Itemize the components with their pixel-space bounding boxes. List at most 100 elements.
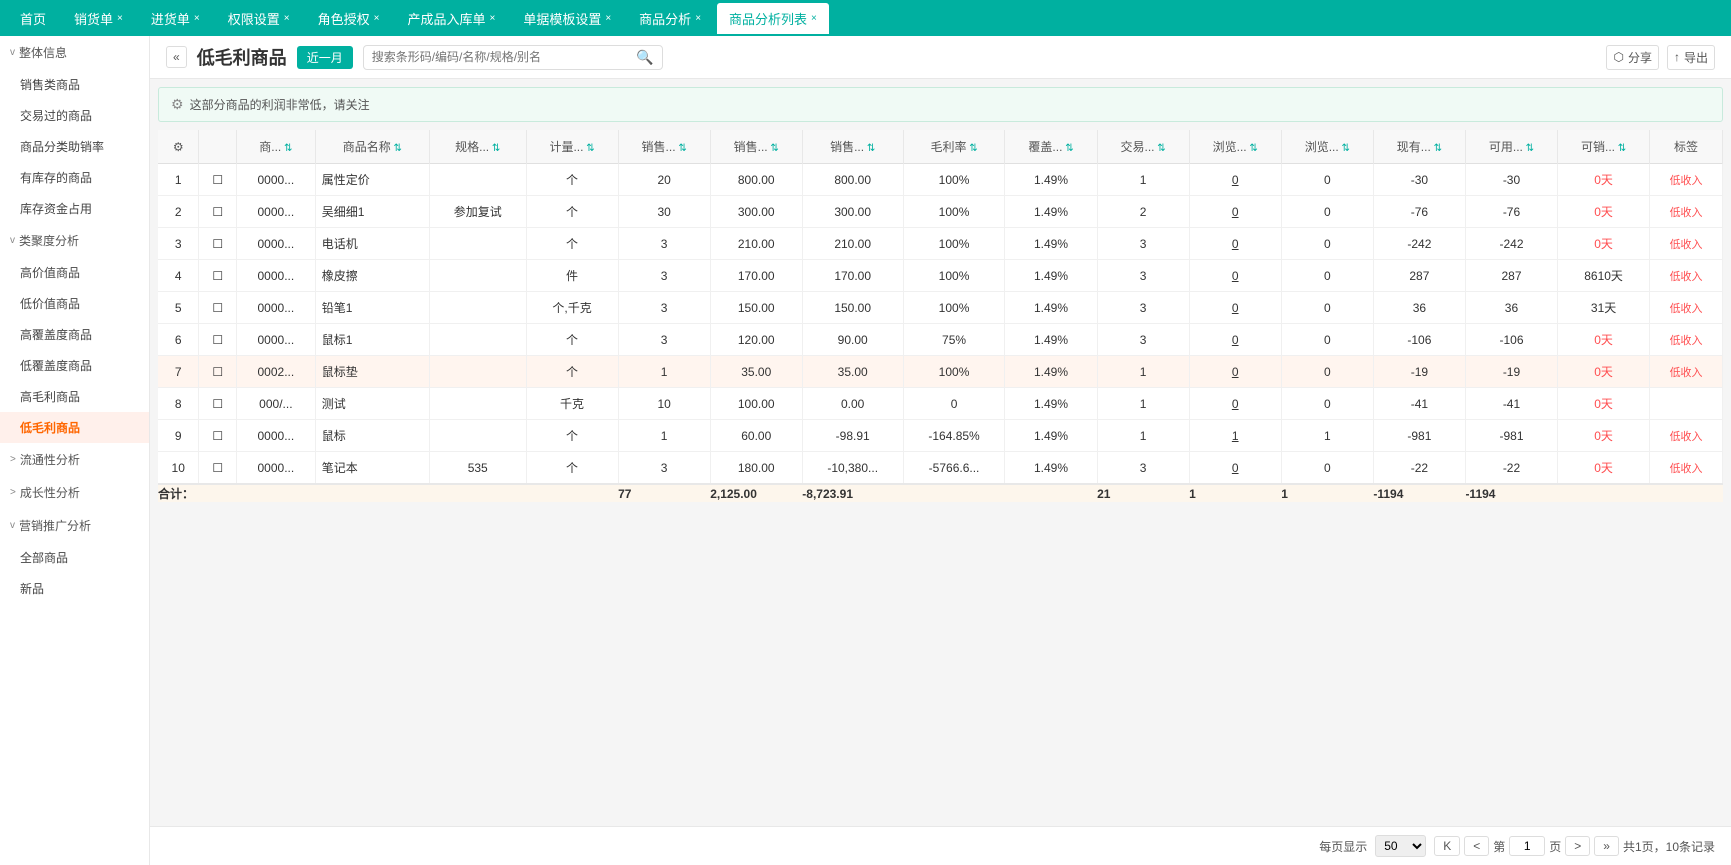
col-header-name[interactable]: 商品名称 ⇅ <box>315 130 429 164</box>
tag: 低收入 <box>1650 292 1723 324</box>
export-button[interactable]: ↑ 导出 <box>1667 45 1715 70</box>
page-input[interactable] <box>1509 836 1545 856</box>
col-header-tag: 标签 <box>1650 130 1723 164</box>
col-header-code[interactable]: 商... ⇅ <box>237 130 316 164</box>
browse1-link[interactable]: 0 <box>1232 461 1239 475</box>
sidebar-item-全部商品[interactable]: 全部商品 <box>0 542 149 573</box>
per-page-select[interactable]: 2050100200 <box>1375 835 1426 857</box>
sidebar-group-成长性分析[interactable]: > 成长性分析 <box>0 476 149 509</box>
col-header-browse2[interactable]: 浏览... ⇅ <box>1281 130 1373 164</box>
col-header-trade_count[interactable]: 交易... ⇅ <box>1097 130 1189 164</box>
available: -30 <box>1465 164 1557 196</box>
row-checkbox[interactable]: ☐ <box>199 292 237 324</box>
share-button[interactable]: ⬡ 分享 <box>1606 45 1659 70</box>
sidebar-item-商品分类助销率[interactable]: 商品分类助销率 <box>0 131 149 162</box>
sidebar-group-类聚度分析[interactable]: v 类聚度分析 <box>0 224 149 257</box>
browse1-link[interactable]: 0 <box>1232 205 1239 219</box>
sidebar-item-低覆盖度商品[interactable]: 低覆盖度商品 <box>0 350 149 381</box>
sidebar-group-流通性分析[interactable]: > 流通性分析 <box>0 443 149 476</box>
nav-close-icon[interactable]: × <box>284 13 290 24</box>
browse1-link[interactable]: 0 <box>1232 397 1239 411</box>
sidebar-group-整体信息[interactable]: v 整体信息 <box>0 36 149 69</box>
next-page-button[interactable]: > <box>1565 836 1590 856</box>
search-icon[interactable]: 🔍 <box>636 49 653 66</box>
prev-page-button[interactable]: < <box>1464 836 1489 856</box>
nav-close-icon[interactable]: × <box>374 13 380 24</box>
nav-close-icon[interactable]: × <box>117 13 123 24</box>
saleable-days: 0天 <box>1558 324 1650 356</box>
browse1-link[interactable]: 0 <box>1232 269 1239 283</box>
search-input[interactable] <box>372 50 637 64</box>
row-checkbox[interactable]: ☐ <box>199 260 237 292</box>
col-header-available[interactable]: 可用... ⇅ <box>1465 130 1557 164</box>
sidebar-item-高价值商品[interactable]: 高价值商品 <box>0 257 149 288</box>
row-checkbox[interactable]: ☐ <box>199 420 237 452</box>
nav-item-单据模板设置[interactable]: 单据模板设置 × <box>511 3 623 34</box>
trade-count: 1 <box>1097 356 1189 388</box>
sidebar-item-高覆盖度商品[interactable]: 高覆盖度商品 <box>0 319 149 350</box>
sort-icon: ⇅ <box>1155 143 1166 154</box>
header-row: ⚙商... ⇅商品名称 ⇅规格... ⇅计量... ⇅销售... ⇅销售... … <box>158 130 1723 164</box>
browse1-link[interactable]: 0 <box>1232 301 1239 315</box>
last-page-button[interactable]: » <box>1594 836 1619 856</box>
nav-close-icon[interactable]: × <box>811 13 817 24</box>
gross-margin: 0 <box>903 388 1005 420</box>
sidebar-item-新品[interactable]: 新品 <box>0 573 149 604</box>
row-checkbox[interactable]: ☐ <box>199 164 237 196</box>
col-header-unit[interactable]: 计量... ⇅ <box>526 130 618 164</box>
browse1-link[interactable]: 1 <box>1232 429 1239 443</box>
nav-close-icon[interactable]: × <box>194 13 200 24</box>
col-header-saleable[interactable]: 可销... ⇅ <box>1558 130 1650 164</box>
col-header-spec[interactable]: 规格... ⇅ <box>429 130 526 164</box>
row-checkbox[interactable]: ☐ <box>199 324 237 356</box>
nav-item-商品分析列表[interactable]: 商品分析列表 × <box>717 3 829 34</box>
nav-item-商品分析[interactable]: 商品分析 × <box>627 3 713 34</box>
browse1-link[interactable]: 0 <box>1232 173 1239 187</box>
browse1-link[interactable]: 0 <box>1232 237 1239 251</box>
col-header-browse1[interactable]: 浏览... ⇅ <box>1189 130 1281 164</box>
row-checkbox[interactable]: ☐ <box>199 388 237 420</box>
trade-count: 1 <box>1097 164 1189 196</box>
sidebar-item-高毛利商品[interactable]: 高毛利商品 <box>0 381 149 412</box>
nav-close-icon[interactable]: × <box>695 13 701 24</box>
browse1: 0 <box>1189 452 1281 485</box>
sidebar: v 整体信息销售类商品交易过的商品商品分类助销率有库存的商品库存资金占用v 类聚… <box>0 36 150 865</box>
row-checkbox[interactable]: ☐ <box>199 452 237 485</box>
sales-price: 300.00 <box>710 196 802 228</box>
product-code: 0000... <box>237 324 316 356</box>
product-code: 0000... <box>237 260 316 292</box>
row-checkbox[interactable]: ☐ <box>199 228 237 260</box>
sidebar-item-低价值商品[interactable]: 低价值商品 <box>0 288 149 319</box>
sidebar-item-销售类商品[interactable]: 销售类商品 <box>0 69 149 100</box>
group-arrow-icon: > <box>10 454 16 465</box>
col-header-coverage[interactable]: 覆盖... ⇅ <box>1005 130 1097 164</box>
collapse-button[interactable]: « <box>166 46 187 68</box>
browse1-link[interactable]: 0 <box>1232 365 1239 379</box>
col-header-sales_qty[interactable]: 销售... ⇅ <box>618 130 710 164</box>
row-checkbox[interactable]: ☐ <box>199 356 237 388</box>
sidebar-item-低毛利商品[interactable]: 低毛利商品 <box>0 412 149 443</box>
sidebar-item-库存资金占用[interactable]: 库存资金占用 <box>0 193 149 224</box>
period-button[interactable]: 近一月 <box>297 46 353 69</box>
browse1: 1 <box>1189 420 1281 452</box>
sidebar-item-有库存的商品[interactable]: 有库存的商品 <box>0 162 149 193</box>
nav-close-icon[interactable]: × <box>605 13 611 24</box>
browse2: 0 <box>1281 228 1373 260</box>
nav-item-进货单[interactable]: 进货单 × <box>139 3 212 34</box>
col-header-sales_price[interactable]: 销售... ⇅ <box>710 130 802 164</box>
browse1-link[interactable]: 0 <box>1232 333 1239 347</box>
nav-item-产成品入库单[interactable]: 产成品入库单 × <box>395 3 507 34</box>
col-header-sales_amount[interactable]: 销售... ⇅ <box>802 130 903 164</box>
sort-icon: ⇅ <box>391 143 402 154</box>
col-header-gross_margin[interactable]: 毛利率 ⇅ <box>903 130 1005 164</box>
first-page-button[interactable]: K <box>1434 836 1460 856</box>
sidebar-group-营销推广分析[interactable]: v 营销推广分析 <box>0 509 149 542</box>
col-header-current_stock[interactable]: 现有... ⇅ <box>1373 130 1465 164</box>
sidebar-item-交易过的商品[interactable]: 交易过的商品 <box>0 100 149 131</box>
nav-item-角色授权[interactable]: 角色授权 × <box>306 3 392 34</box>
nav-item-销货单[interactable]: 销货单 × <box>62 3 135 34</box>
nav-item-首页[interactable]: 首页 <box>8 3 58 34</box>
row-checkbox[interactable]: ☐ <box>199 196 237 228</box>
nav-item-权限设置[interactable]: 权限设置 × <box>216 3 302 34</box>
nav-close-icon[interactable]: × <box>489 13 495 24</box>
